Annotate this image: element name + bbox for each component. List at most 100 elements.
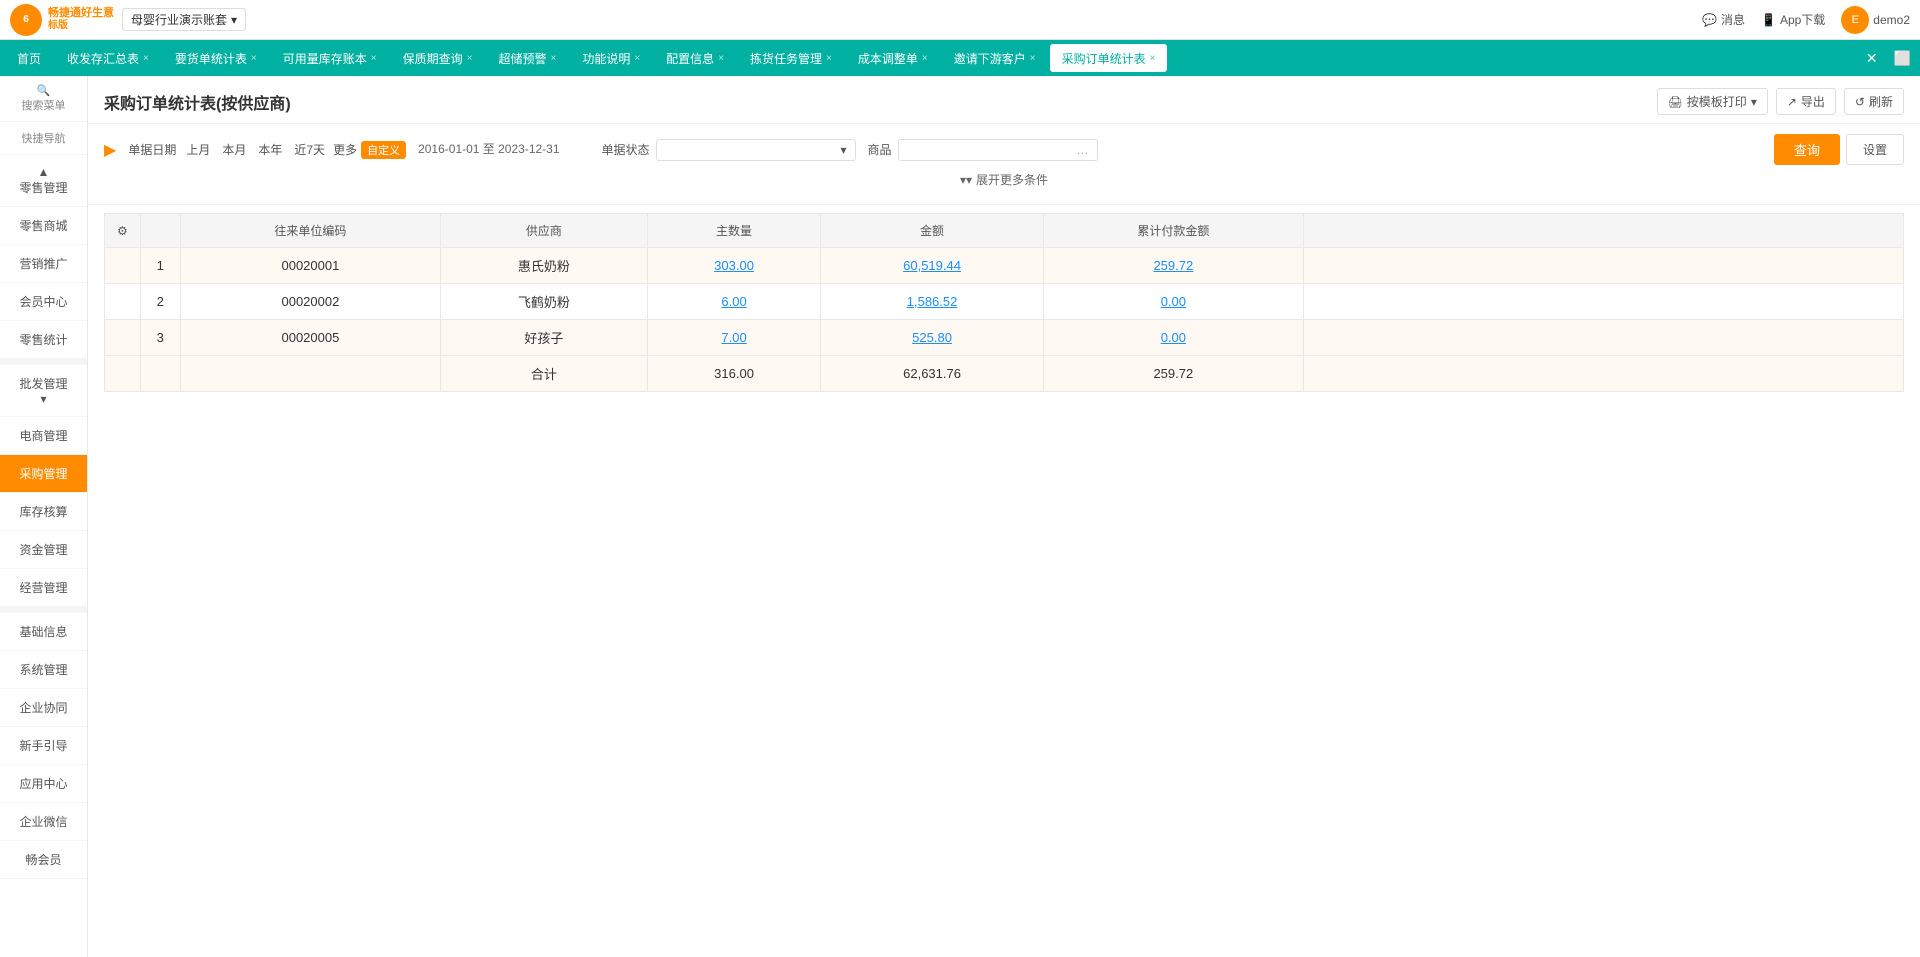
row3-code: 00020005 bbox=[180, 320, 440, 356]
workspace-arrow-icon: ▾ bbox=[231, 13, 237, 27]
date-option-this-year[interactable]: 本年 bbox=[254, 139, 286, 160]
sidebar-item-lingshangcheng[interactable]: 零售商城 bbox=[0, 207, 87, 245]
refresh-button[interactable]: ↺ 刷新 bbox=[1844, 88, 1904, 115]
row1-code: 00020001 bbox=[180, 248, 440, 284]
tab-paihuorenwu[interactable]: 拣货任务管理 × bbox=[738, 44, 844, 72]
tab-close-peizhi[interactable]: × bbox=[718, 53, 724, 64]
message-button[interactable]: 💬 消息 bbox=[1702, 11, 1745, 28]
tab-yaohuo[interactable]: 要货单统计表 × bbox=[163, 44, 269, 72]
tab-yaoqing[interactable]: 邀请下游客户 × bbox=[942, 44, 1048, 72]
goods-input-more[interactable]: … bbox=[1077, 143, 1089, 157]
sidebar-item-changhui[interactable]: 畅会员 bbox=[0, 841, 87, 879]
sidebar-item-pifaguan[interactable]: 批发管理 ▾ bbox=[0, 365, 87, 417]
template-print-label: 按模板打印 bbox=[1687, 93, 1747, 110]
footer-qty: 316.00 bbox=[647, 356, 821, 392]
tab-baozhi[interactable]: 保质期查询 × bbox=[391, 44, 485, 72]
sidebar-nav-shortcut[interactable]: 快捷导航 bbox=[0, 122, 87, 155]
tab-caigoudan[interactable]: 采购订单统计表 × bbox=[1050, 44, 1168, 72]
sidebar-item-lingshouguan[interactable]: ▲ 零售管理 bbox=[0, 155, 87, 207]
print-dropdown-icon: ▾ bbox=[1751, 95, 1757, 109]
tab-close-chenben[interactable]: × bbox=[922, 53, 928, 64]
goods-input-container: … bbox=[898, 139, 1098, 161]
nav-right-actions: ✕ ⬜ bbox=[1862, 48, 1915, 69]
top-bar-right: 💬 消息 📱 App下载 E demo2 bbox=[1702, 6, 1910, 34]
sidebar-item-caigou[interactable]: 采购管理 bbox=[0, 455, 87, 493]
message-icon: 💬 bbox=[1702, 13, 1717, 27]
col-settings-header[interactable]: ⚙ bbox=[105, 214, 141, 248]
row2-amount[interactable]: 1,586.52 bbox=[821, 284, 1043, 320]
print-icon: 🖨 bbox=[1668, 95, 1683, 109]
date-option-this-month[interactable]: 本月 bbox=[218, 139, 250, 160]
row1-qty[interactable]: 303.00 bbox=[647, 248, 821, 284]
table-row: 1 00020001 惠氏奶粉 303.00 60,519.44 259.72 bbox=[105, 248, 1904, 284]
tab-gongneng[interactable]: 功能说明 × bbox=[570, 44, 652, 72]
top-bar-left: 6 畅捷通好生意 标版 母婴行业演示账套 ▾ bbox=[10, 4, 246, 36]
tab-close-gongneng[interactable]: × bbox=[634, 53, 640, 64]
tab-close-paihuorenwu[interactable]: × bbox=[826, 53, 832, 64]
row2-settings bbox=[105, 284, 141, 320]
tab-chaochuyujing[interactable]: 超储预警 × bbox=[486, 44, 568, 72]
tab-home[interactable]: 首页 bbox=[5, 50, 53, 67]
template-print-button[interactable]: 🖨 按模板打印 ▾ bbox=[1657, 88, 1768, 115]
sidebar-search-label: 搜索菜单 bbox=[22, 97, 66, 113]
sidebar-item-yingyong[interactable]: 应用中心 bbox=[0, 765, 87, 803]
app-download-button[interactable]: 📱 App下载 bbox=[1761, 11, 1825, 28]
sidebar-item-jichu[interactable]: 基础信息 bbox=[0, 613, 87, 651]
tab-close-keyong[interactable]: × bbox=[371, 53, 377, 64]
sidebar-item-huiyuan[interactable]: 会员中心 bbox=[0, 283, 87, 321]
row2-paid[interactable]: 0.00 bbox=[1043, 284, 1303, 320]
date-custom-badge[interactable]: 自定义 bbox=[361, 141, 406, 159]
row1-paid[interactable]: 259.72 bbox=[1043, 248, 1303, 284]
row2-seq: 2 bbox=[140, 284, 180, 320]
sidebar-item-jingying[interactable]: 经营管理 bbox=[0, 569, 87, 607]
sidebar-item-xitong[interactable]: 系统管理 bbox=[0, 651, 87, 689]
tab-close-chaochuyujing[interactable]: × bbox=[550, 53, 556, 64]
date-option-more[interactable]: 更多 bbox=[333, 141, 357, 158]
sidebar-item-qiye[interactable]: 企业协同 bbox=[0, 689, 87, 727]
nav-close-button[interactable]: ✕ bbox=[1862, 48, 1882, 69]
user-name: demo2 bbox=[1873, 13, 1910, 27]
tab-close-caigoudan[interactable]: × bbox=[1150, 53, 1156, 64]
filter-goods-label: 商品 bbox=[868, 141, 892, 158]
search-button[interactable]: 查询 bbox=[1774, 134, 1840, 165]
tab-keyong[interactable]: 可用量库存账本 × bbox=[271, 44, 389, 72]
filter-area: ▶ 单据日期 上月 本月 本年 近7天 更多 自定义 bbox=[88, 124, 1920, 205]
settings-button[interactable]: 设置 bbox=[1846, 134, 1904, 165]
date-option-7days[interactable]: 近7天 bbox=[290, 139, 329, 160]
export-button[interactable]: ↗ 导出 bbox=[1776, 88, 1836, 115]
row1-settings bbox=[105, 248, 141, 284]
expand-more-button[interactable]: ▾▾ 展开更多条件 bbox=[960, 171, 1048, 188]
filter-expand-arrow[interactable]: ▶ bbox=[104, 140, 116, 160]
status-dropdown-icon: ▾ bbox=[841, 143, 847, 157]
user-menu[interactable]: E demo2 bbox=[1841, 6, 1910, 34]
row2-qty[interactable]: 6.00 bbox=[647, 284, 821, 320]
row3-qty[interactable]: 7.00 bbox=[647, 320, 821, 356]
footer-code bbox=[180, 356, 440, 392]
row1-amount[interactable]: 60,519.44 bbox=[821, 248, 1043, 284]
tab-shoufahuiyi[interactable]: 收发存汇总表 × bbox=[55, 44, 161, 72]
status-select[interactable]: ▾ bbox=[656, 139, 856, 161]
col-code-header: 往来单位编码 bbox=[180, 214, 440, 248]
row3-amount[interactable]: 525.80 bbox=[821, 320, 1043, 356]
message-label: 消息 bbox=[1721, 11, 1745, 28]
nav-maximize-button[interactable]: ⬜ bbox=[1890, 48, 1915, 69]
tab-peizhi[interactable]: 配置信息 × bbox=[654, 44, 736, 72]
tab-close-yaohuo[interactable]: × bbox=[251, 53, 257, 64]
table-container: ⚙ 往来单位编码 供应商 主数量 金额 累计付款金额 bbox=[88, 205, 1920, 957]
row3-paid[interactable]: 0.00 bbox=[1043, 320, 1303, 356]
goods-input[interactable] bbox=[907, 143, 1077, 157]
sidebar-item-qiyeweixin[interactable]: 企业微信 bbox=[0, 803, 87, 841]
sidebar-item-lingtongji[interactable]: 零售统计 bbox=[0, 321, 87, 359]
tab-close-shoufahuiyi[interactable]: × bbox=[143, 53, 149, 64]
sidebar-item-kucun[interactable]: 库存核算 bbox=[0, 493, 87, 531]
tab-chenben[interactable]: 成本调整单 × bbox=[846, 44, 940, 72]
tab-close-yaoqing[interactable]: × bbox=[1030, 53, 1036, 64]
sidebar-search[interactable]: 🔍 搜索菜单 bbox=[0, 76, 87, 122]
sidebar-item-dianshang[interactable]: 电商管理 bbox=[0, 417, 87, 455]
date-option-last-month[interactable]: 上月 bbox=[182, 139, 214, 160]
sidebar-item-yingxiao[interactable]: 营销推广 bbox=[0, 245, 87, 283]
sidebar-item-xinshou[interactable]: 新手引导 bbox=[0, 727, 87, 765]
sidebar-item-zijin[interactable]: 资金管理 bbox=[0, 531, 87, 569]
workspace-selector[interactable]: 母婴行业演示账套 ▾ bbox=[122, 8, 246, 31]
tab-close-baozhi[interactable]: × bbox=[467, 53, 473, 64]
